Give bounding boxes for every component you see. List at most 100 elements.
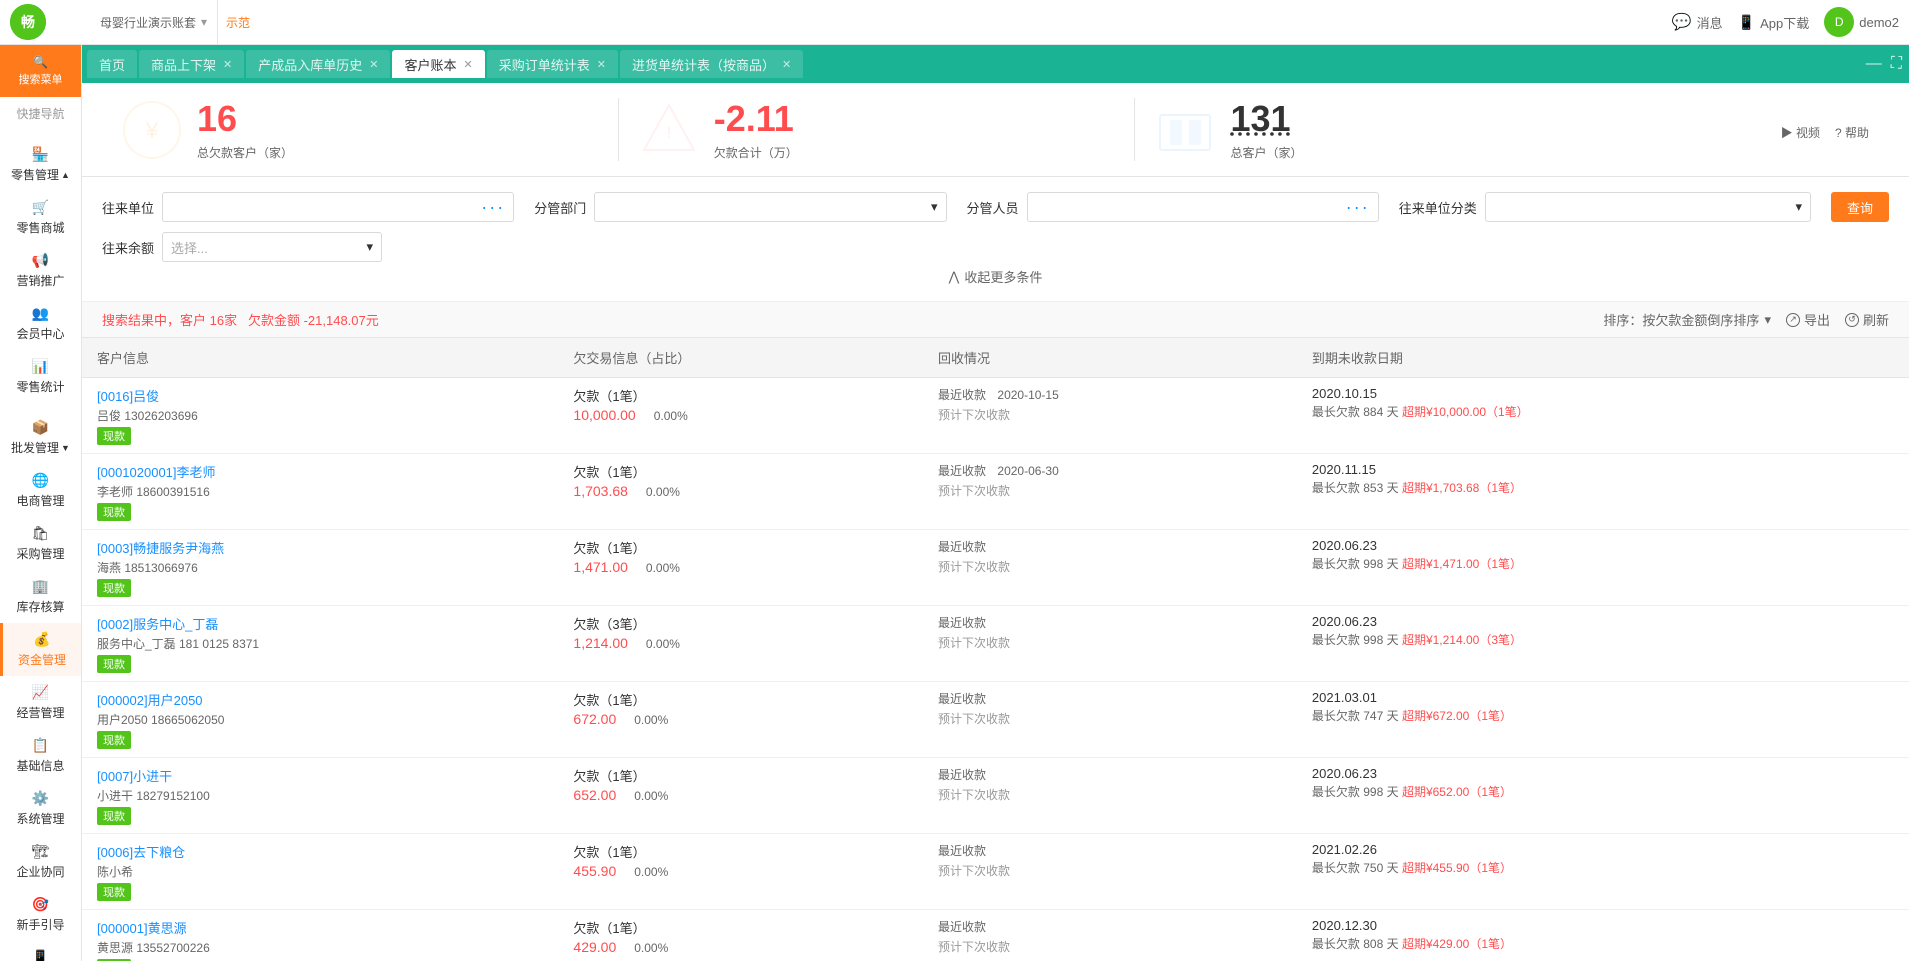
from-unit-input[interactable]: ··· (162, 192, 514, 222)
sidebar-item-operations[interactable]: 📈 经营管理 (0, 676, 81, 729)
table-header: 客户信息 欠交易信息（占比） 回收情况 到期未收款日期 (82, 338, 1909, 378)
tab-import-summary[interactable]: 进货单统计表（按商品） ✕ (620, 50, 803, 78)
overdue-link[interactable]: 超期¥1,214.00（3笔） (1402, 633, 1522, 647)
total-customers-info: 131 总客户（家） (1230, 98, 1302, 161)
app-download-btn[interactable]: 📱 App下载 (1738, 13, 1810, 32)
tab-close-product[interactable]: ✕ (223, 58, 232, 71)
sidebar-item-finance[interactable]: 💰 资金管理 (0, 623, 81, 676)
stat-debt-info: 16 总欠款客户（家） (197, 98, 293, 161)
batch-arrow-icon: ▼ (61, 443, 70, 453)
sidebar-item-retail-stats[interactable]: 📊 零售统计 (0, 350, 81, 403)
newbie-icon: 🎯 (32, 896, 49, 913)
last-collection: 最近收款 2020-10-15 (938, 386, 1282, 403)
sort-label: 排序：按欠款金额倒序排序 (1603, 310, 1759, 329)
tab-close-production[interactable]: ✕ (369, 58, 378, 71)
refresh-btn[interactable]: ↺ 刷新 (1845, 310, 1889, 329)
sidebar-item-inventory[interactable]: 🏢 库存核算 (0, 570, 81, 623)
debt-total-icon: ! (639, 100, 699, 160)
table-row: [0007]小进干 小进干 18279152100 现款 欠款（1笔） 652.… (82, 758, 1909, 834)
sidebar-item-basic-info[interactable]: 📋 基础信息 (0, 729, 81, 782)
table-row: [0002]服务中心_丁磊 服务中心_丁磊 181 0125 8371 现款 欠… (82, 606, 1909, 682)
customer-cell: [0016]吕俊 吕俊 13026203696 现款 (82, 378, 558, 454)
tab-close-customer[interactable]: ✕ (464, 58, 473, 71)
tab-purchase-summary[interactable]: 采购订单统计表 ✕ (487, 50, 618, 78)
customer-name-link[interactable]: [0007]小进干 (97, 769, 172, 784)
customer-name-link[interactable]: [000001]黄思源 (97, 921, 187, 936)
sidebar-item-batch-mgmt[interactable]: 📦 批发管理 ▼ (0, 411, 81, 464)
overdue-link[interactable]: 超期¥672.00（1笔） (1402, 709, 1512, 723)
tab-maximize-btn[interactable]: ⛶ (1889, 53, 1904, 75)
overdue-date: 2020.06.23 (1312, 614, 1894, 629)
collection-cell: 最近收款 2020-10-15 预计下次收款 (923, 378, 1297, 454)
sidebar-item-marketing[interactable]: 📢 营销推广 (0, 244, 81, 297)
results-info: 搜索结果中，客户 16家 欠款金额 -21,148.07元 (102, 310, 379, 329)
export-btn[interactable]: ↗ 导出 (1786, 310, 1830, 329)
collapse-btn[interactable]: ⋀ 收起更多条件 (102, 262, 1889, 291)
table-row: [0016]吕俊 吕俊 13026203696 现款 欠款（1笔） 10,000… (82, 378, 1909, 454)
store-selector[interactable]: 母婴行业演示账套 ▾ (90, 0, 218, 44)
manager-input[interactable]: ··· (1027, 192, 1379, 222)
sidebar-item-retail-mall[interactable]: 🛒 零售商城 (0, 191, 81, 244)
customer-cell: [000002]用户2050 用户2050 18665062050 现款 (82, 682, 558, 758)
app-container: 畅 母婴行业演示账套 ▾ 示范 💬 消息 📱 App下载 D demo2 (0, 0, 1909, 961)
debt-count: 欠款（1笔） (573, 690, 645, 709)
store-name: 母婴行业演示账套 (100, 14, 196, 31)
customer-name-link[interactable]: [0006]去下粮仓 (97, 845, 185, 860)
tab-close-import[interactable]: ✕ (782, 58, 791, 71)
dept-select[interactable]: ▾ (594, 192, 946, 222)
stat-debt-total-info: -2.11 欠款合计（万） (714, 98, 798, 161)
avatar: D (1824, 7, 1854, 37)
message-btn[interactable]: 💬 消息 (1672, 12, 1723, 32)
tab-production-history[interactable]: 产成品入库单历史 ✕ (246, 50, 390, 78)
next-collection: 预计下次收款 (938, 634, 1282, 651)
collection-cell: 最近收款 预计下次收款 (923, 606, 1297, 682)
unit-category-select[interactable]: ▾ (1485, 192, 1811, 222)
overdue-link[interactable]: 超期¥10,000.00（1笔） (1402, 405, 1529, 419)
sidebar-item-member[interactable]: 👥 会员中心 (0, 297, 81, 350)
overdue-link[interactable]: 超期¥1,471.00（1笔） (1402, 557, 1522, 571)
query-button[interactable]: 查询 (1831, 192, 1889, 222)
purchase-icon: 🛍 (32, 525, 50, 542)
tab-close-purchase[interactable]: ✕ (597, 58, 606, 71)
video-btn[interactable]: ▶ 视频 (1781, 124, 1820, 141)
collection-cell: 最近收款 预计下次收款 (923, 758, 1297, 834)
sidebar-search[interactable]: 🔍 搜索菜单 (0, 45, 81, 97)
search-icon: 🔍 (5, 55, 76, 69)
debt-count: 欠款（1笔） (573, 918, 645, 937)
tab-customer-account[interactable]: 客户账本 ✕ (392, 50, 484, 78)
sort-select[interactable]: 排序：按欠款金额倒序排序 ▾ (1603, 310, 1771, 329)
customer-name-link[interactable]: [000002]用户2050 (97, 693, 203, 708)
overdue-link[interactable]: 超期¥652.00（1笔） (1402, 785, 1512, 799)
user-profile[interactable]: D demo2 (1824, 7, 1899, 37)
collection-cell: 最近收款 预计下次收款 (923, 682, 1297, 758)
overdue-link[interactable]: 超期¥429.00（1笔） (1402, 937, 1512, 951)
overdue-date: 2020.06.23 (1312, 766, 1894, 781)
sidebar-item-enterprise[interactable]: 🏗 企业协同 (0, 835, 81, 888)
sidebar-item-newbie[interactable]: 🎯 新手引导 (0, 888, 81, 941)
operations-icon: 📈 (32, 684, 49, 701)
customer-name-link[interactable]: [0002]服务中心_丁磊 (97, 617, 218, 632)
balance-select[interactable]: 选择... ▾ (162, 232, 382, 262)
tab-minimize-btn[interactable]: — (1864, 53, 1884, 75)
tab-home[interactable]: 首页 (87, 50, 137, 78)
help-icon: ? (1835, 126, 1842, 140)
overdue-link[interactable]: 超期¥1,703.68（1笔） (1402, 481, 1522, 495)
retail-mgmt-icon: 🏪 (32, 146, 49, 163)
batch-icon: 📦 (32, 419, 49, 436)
unit-category-arrow-icon: ▾ (1795, 199, 1802, 215)
customer-name-link[interactable]: [0003]畅捷服务尹海燕 (97, 541, 224, 556)
sidebar-item-retail-mgmt[interactable]: 🏪 零售管理 ▲ (0, 138, 81, 191)
sidebar-item-purchase[interactable]: 🛍 采购管理 (0, 517, 81, 570)
sidebar-item-system[interactable]: ⚙️ 系统管理 (0, 782, 81, 835)
customer-name-link[interactable]: [0016]吕俊 (97, 389, 159, 404)
customer-name-link[interactable]: [0001020001]李老师 (97, 465, 216, 480)
debt-percent: 0.00% (634, 713, 668, 727)
search-label: 搜索菜单 (5, 71, 76, 87)
tab-product-online[interactable]: 商品上下架 ✕ (139, 50, 244, 78)
sidebar-item-ecommerce[interactable]: 🌐 电商管理 (0, 464, 81, 517)
collapse-btn[interactable]: 示范 (218, 14, 258, 31)
basic-info-icon: 📋 (32, 737, 49, 754)
sidebar-item-app-center[interactable]: 📱 应用中心 (0, 941, 81, 961)
overdue-link[interactable]: 超期¥455.90（1笔） (1402, 861, 1512, 875)
help-btn[interactable]: ? 帮助 (1835, 124, 1869, 141)
